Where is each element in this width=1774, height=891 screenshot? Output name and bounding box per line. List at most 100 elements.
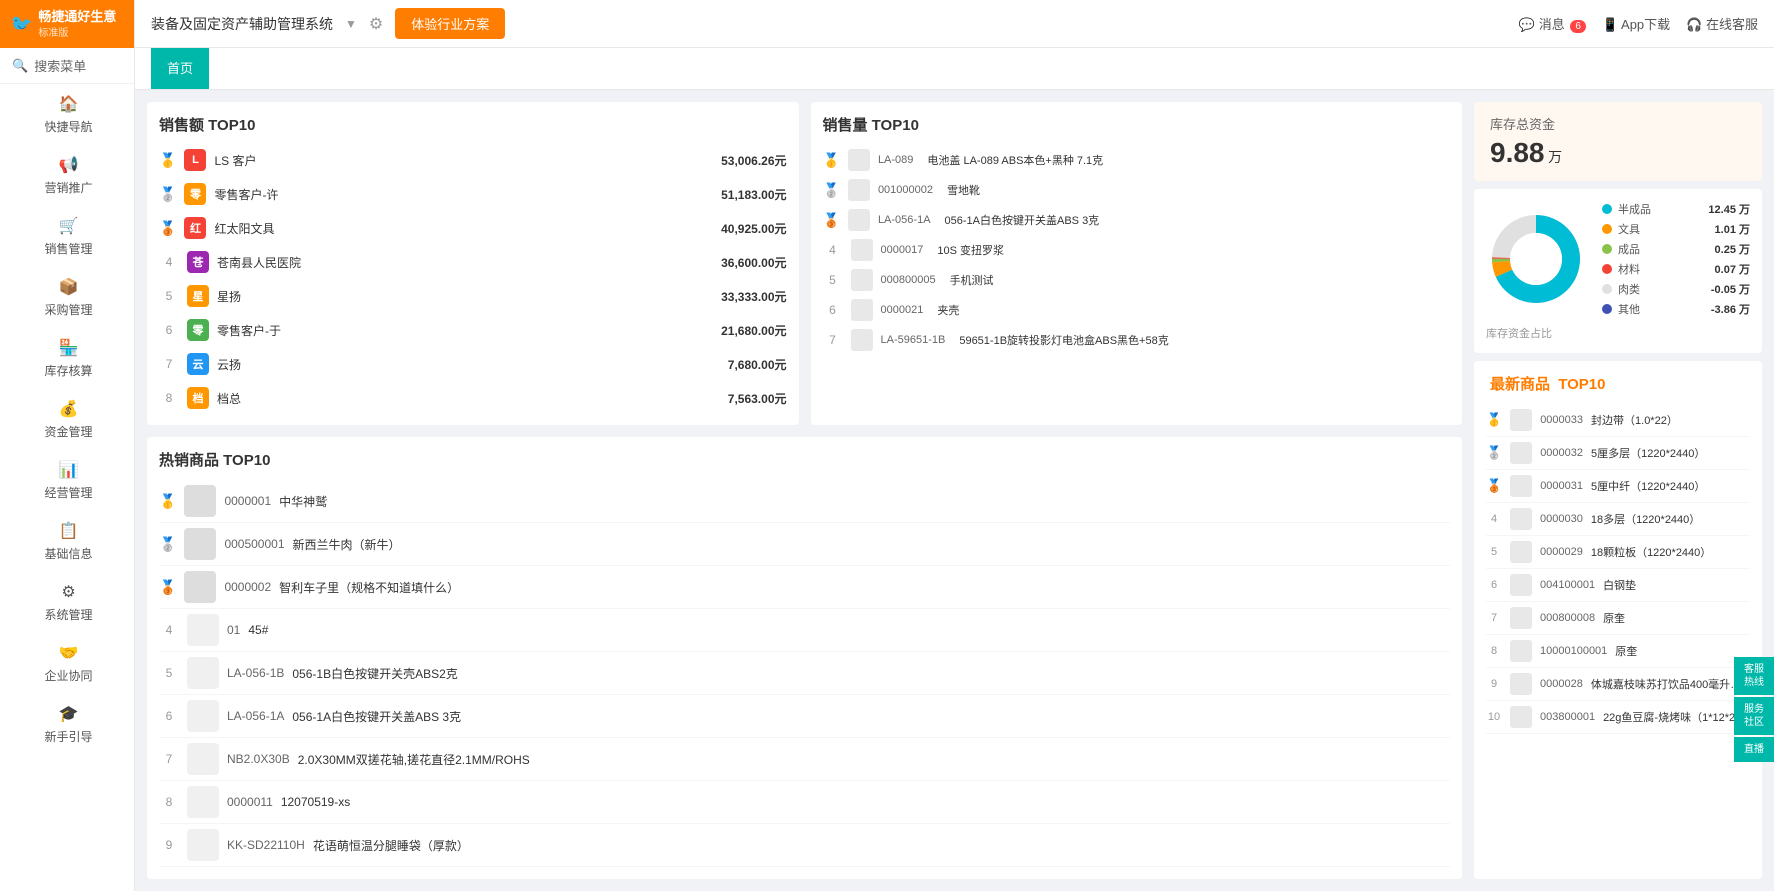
- content-area: 销售额 TOP10 🥇 L LS 客户 53,006.26元 🥈 零 零售客户-…: [135, 90, 1774, 891]
- sidebar-item-enterprise[interactable]: 🤝 企业协同: [0, 633, 134, 694]
- rank-number: 8: [159, 795, 179, 809]
- legend-name: 其他: [1618, 301, 1705, 317]
- customer-badge: 零: [187, 319, 209, 341]
- legend-dot: [1602, 244, 1612, 254]
- hot-product-item: 🥈 000500001 新西兰牛肉（新牛）: [159, 523, 1450, 566]
- legend-item: 成品 0.25 万: [1602, 241, 1750, 257]
- sidebar-item-operation[interactable]: 📊 经营管理: [0, 450, 134, 511]
- customer-badge: 云: [187, 353, 209, 375]
- settings-icon[interactable]: ⚙: [369, 14, 383, 34]
- sidebar-item-label: 采购管理: [44, 301, 92, 318]
- product-name: 5厘中纤（1220*2440）: [1591, 478, 1750, 494]
- rank-number: 6: [823, 303, 843, 317]
- customer-name: 星扬: [217, 288, 713, 305]
- customer-name: 档总: [217, 390, 720, 407]
- product-name: 中华神鹫: [279, 493, 1450, 510]
- legend-dot: [1602, 224, 1612, 234]
- product-code: 000800008: [1540, 612, 1595, 624]
- sales-rank-item: 🥇 L LS 客户 53,006.26元: [159, 145, 787, 175]
- guide-icon: 🎓: [59, 704, 79, 724]
- top-section: 销售额 TOP10 🥇 L LS 客户 53,006.26元 🥈 零 零售客户-…: [147, 102, 1462, 425]
- rank-number: 5: [823, 273, 843, 287]
- sidebar-item-sales[interactable]: 🛒 销售管理: [0, 206, 134, 267]
- sidebar-item-home[interactable]: 🏠 快捷导航: [0, 84, 134, 145]
- customer-name: 零售客户-许: [214, 186, 713, 203]
- legend-value: 0.07 万: [1715, 261, 1750, 277]
- product-thumb: [1510, 607, 1532, 629]
- rank-number: 4: [159, 623, 179, 637]
- main-area: 装备及固定资产辅助管理系统 ▼ ⚙ 体验行业方案 💬 消息 6 📱 App下载 …: [135, 0, 1774, 891]
- legend-dot: [1602, 304, 1612, 314]
- float-btn-community[interactable]: 服务 社区: [1734, 697, 1774, 735]
- logo-text: 畅捷通好生意: [38, 9, 116, 25]
- sale-qty-top10-panel: 销售量 TOP10 🥇 LA-089 电池盖 LA-089 ABS本色+黑种 7…: [811, 102, 1463, 425]
- float-btn-hotline[interactable]: 客服 热线: [1734, 657, 1774, 695]
- product-code: 0000029: [1540, 546, 1583, 558]
- message-label: 消息: [1539, 17, 1565, 32]
- latest-product-item: 7 000800008 原奎: [1486, 602, 1750, 635]
- product-thumb: [187, 829, 219, 861]
- product-thumb: [1510, 475, 1532, 497]
- medal-icon: 🥇: [159, 152, 176, 169]
- latest-products-title: 最新商品 TOP10: [1486, 373, 1750, 394]
- medal-icon: 🥈: [1486, 445, 1502, 461]
- sidebar-item-label: 快捷导航: [44, 118, 92, 135]
- sidebar-item-system[interactable]: ⚙ 系统管理: [0, 572, 134, 633]
- product-name: 花语萌恒温分腿睡袋（厚款）: [313, 837, 1450, 854]
- sales-rank-item: 🥈 零 零售客户-许 51,183.00元: [159, 179, 787, 209]
- legend-dot: [1602, 204, 1612, 214]
- product-code: 0000028: [1540, 678, 1583, 690]
- customer-badge: 红: [184, 217, 206, 239]
- inventory-amount-display: 9.88 万: [1490, 137, 1746, 169]
- product-name: 10S 变扭罗浆: [937, 242, 1450, 258]
- sidebar-item-finance[interactable]: 💰 资金管理: [0, 389, 134, 450]
- rank-number: 6: [159, 709, 179, 723]
- dropdown-arrow-icon[interactable]: ▼: [345, 17, 357, 31]
- product-code: 0000033: [1540, 414, 1583, 426]
- hot-product-item: 🥉 0000002 智利车子里（规格不知道填什么）: [159, 566, 1450, 609]
- sale-amount: 40,925.00元: [721, 220, 786, 237]
- float-buttons: 客服 热线 服务 社区 直播: [1734, 657, 1774, 762]
- sidebar-item-purchase[interactable]: 📦 采购管理: [0, 267, 134, 328]
- rank-number: 5: [159, 666, 179, 680]
- finance-icon: 💰: [59, 399, 79, 419]
- qty-rank-item: 🥉 LA-056-1A 056-1A白色按键开关盖ABS 3克: [823, 205, 1451, 235]
- message-link[interactable]: 💬 消息 6: [1519, 14, 1586, 33]
- product-code: 0000017: [881, 244, 924, 256]
- product-code: LA-056-1B: [227, 666, 284, 680]
- marketing-icon: 📢: [59, 155, 79, 175]
- float-btn-live[interactable]: 直播: [1734, 737, 1774, 762]
- home-icon: 🏠: [59, 94, 79, 114]
- customer-name: 红太阳文具: [214, 220, 713, 237]
- rank-number: 7: [159, 357, 179, 371]
- app-download-link[interactable]: 📱 App下载: [1602, 14, 1670, 33]
- topbar: 装备及固定资产辅助管理系统 ▼ ⚙ 体验行业方案 💬 消息 6 📱 App下载 …: [135, 0, 1774, 48]
- trial-button[interactable]: 体验行业方案: [395, 8, 505, 39]
- product-name: 电池盖 LA-089 ABS本色+黑种 7.1克: [927, 152, 1450, 168]
- product-name: 封边带（1.0*22）: [1591, 412, 1750, 428]
- tab-home[interactable]: 首页: [151, 48, 209, 89]
- latest-products-list: 🥇 0000033 封边带（1.0*22） 🥈 0000032 5厘多层（122…: [1486, 404, 1750, 734]
- search-label: 搜索菜单: [34, 56, 86, 75]
- product-code: 0000002: [224, 580, 271, 594]
- latest-product-item: 5 0000029 18颗粒板（1220*2440）: [1486, 536, 1750, 569]
- sidebar-item-marketing[interactable]: 📢 营销推广: [0, 145, 134, 206]
- chart-inner: 半成品 12.45 万 文具 1.01 万 成品 0.25 万 材料 0.07 …: [1486, 201, 1750, 317]
- sidebar-item-basic[interactable]: 📋 基础信息: [0, 511, 134, 572]
- legend-name: 半成品: [1618, 201, 1702, 217]
- customer-badge: 零: [184, 183, 206, 205]
- sidebar-search[interactable]: 🔍 搜索菜单: [0, 48, 134, 84]
- product-name: 45#: [248, 623, 1450, 637]
- online-service-label: 在线客服: [1706, 17, 1758, 32]
- sidebar-item-inventory[interactable]: 🏪 库存核算: [0, 328, 134, 389]
- sales-rank-item: 5 星 星扬 33,333.00元: [159, 281, 787, 311]
- product-code: 01: [227, 623, 240, 637]
- rank-number: 6: [159, 323, 179, 337]
- chart-legend: 半成品 12.45 万 文具 1.01 万 成品 0.25 万 材料 0.07 …: [1602, 201, 1750, 317]
- sidebar-item-guide[interactable]: 🎓 新手引导: [0, 694, 134, 755]
- legend-name: 文具: [1618, 221, 1709, 237]
- online-service-link[interactable]: 🎧 在线客服: [1686, 14, 1758, 33]
- rank-number: 4: [823, 243, 843, 257]
- legend-name: 肉类: [1618, 281, 1705, 297]
- basic-icon: 📋: [59, 521, 79, 541]
